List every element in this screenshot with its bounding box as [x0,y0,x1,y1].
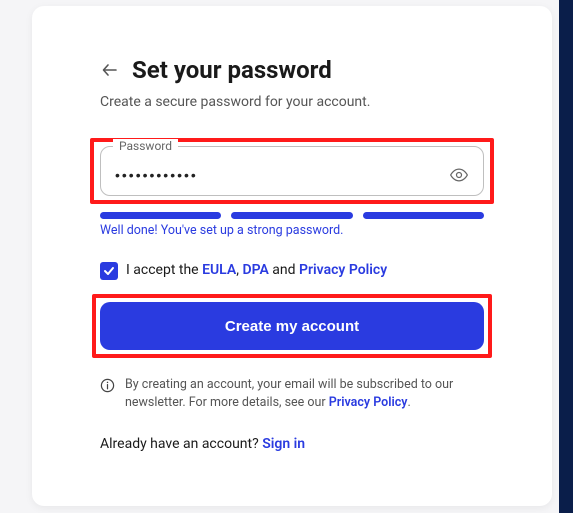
password-strength-meter [100,212,484,219]
password-strength-message: Well done! You've set up a strong passwo… [100,223,484,238]
disclaimer-privacy-link[interactable]: Privacy Policy [329,395,408,410]
password-label: Password [113,139,178,153]
signin-link[interactable]: Sign in [262,436,305,452]
terms-row: I accept the EULA, DPA and Privacy Polic… [100,262,484,280]
eye-icon[interactable] [449,165,469,185]
back-arrow-icon[interactable] [100,60,120,80]
create-account-button[interactable]: Create my account [100,302,484,350]
info-icon [100,378,115,397]
create-button-highlight: Create my account [92,294,492,358]
terms-checkbox[interactable] [100,262,118,280]
privacy-link[interactable]: Privacy Policy [299,262,387,278]
password-input[interactable] [115,167,449,183]
page-subtitle: Create a secure password for your accoun… [100,94,484,110]
terms-sep2: and [269,262,299,278]
signin-prompt: Already have an account? [100,436,262,452]
dpa-link[interactable]: DPA [242,262,268,278]
strength-segment [363,212,484,219]
strength-segment [231,212,352,219]
strength-segment [100,212,221,219]
signup-card: Set your password Create a secure passwo… [32,6,552,506]
newsletter-disclaimer: By creating an account, your email will … [100,376,484,412]
terms-pre: I accept the [126,262,202,278]
disclaimer-tail: . [407,395,410,410]
eula-link[interactable]: EULA [202,262,236,278]
decorative-right-band [559,0,573,513]
page-title: Set your password [132,56,332,84]
password-field-wrap[interactable]: Password [100,146,484,196]
password-highlight: Password [90,138,494,204]
